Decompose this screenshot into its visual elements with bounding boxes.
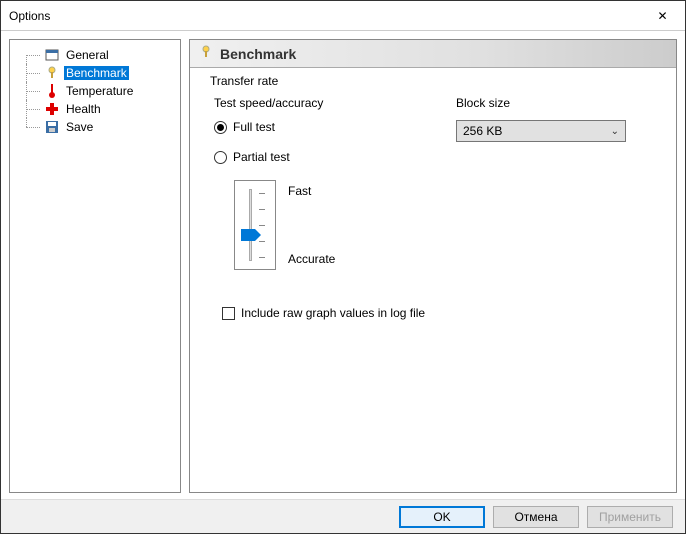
slider-labels: Fast Accurate bbox=[288, 180, 335, 270]
slider-tick bbox=[259, 257, 265, 258]
partial-test-radio[interactable]: Partial test bbox=[214, 150, 416, 164]
slider-fast-label: Fast bbox=[288, 184, 335, 198]
save-icon bbox=[44, 119, 60, 135]
tree-label: Save bbox=[64, 120, 95, 134]
radio-label: Full test bbox=[233, 120, 275, 134]
tree-item-benchmark[interactable]: Benchmark bbox=[10, 64, 180, 82]
block-size-select[interactable]: 256 KB ⌄ bbox=[456, 120, 626, 142]
group-legend: Transfer rate bbox=[208, 74, 658, 96]
tree-connector bbox=[20, 118, 44, 136]
slider-tick bbox=[259, 225, 265, 226]
apply-button[interactable]: Применить bbox=[587, 506, 673, 528]
section-title: Benchmark bbox=[220, 46, 296, 62]
button-label: OK bbox=[433, 510, 450, 524]
titlebar: Options ✕ bbox=[1, 1, 685, 31]
tree-label: General bbox=[64, 48, 111, 62]
tree-connector bbox=[20, 64, 44, 82]
close-button[interactable]: ✕ bbox=[640, 1, 685, 31]
benchmark-icon bbox=[44, 65, 60, 81]
health-icon bbox=[44, 101, 60, 117]
slider-thumb-icon bbox=[241, 229, 261, 244]
full-test-radio[interactable]: Full test bbox=[214, 120, 416, 134]
tree-item-save[interactable]: Save bbox=[10, 118, 180, 136]
button-bar: OK Отмена Применить bbox=[1, 499, 685, 533]
tree-item-temperature[interactable]: Temperature bbox=[10, 82, 180, 100]
checkbox-label: Include raw graph values in log file bbox=[241, 306, 425, 320]
window-title: Options bbox=[9, 9, 50, 23]
ok-button[interactable]: OK bbox=[399, 506, 485, 528]
radio-label: Partial test bbox=[233, 150, 290, 164]
radio-icon bbox=[214, 121, 227, 134]
button-label: Отмена bbox=[514, 510, 557, 524]
accuracy-slider[interactable] bbox=[234, 180, 276, 270]
close-icon: ✕ bbox=[657, 9, 667, 23]
select-value: 256 KB bbox=[463, 124, 502, 138]
benchmark-icon bbox=[198, 44, 214, 63]
tree-connector bbox=[20, 82, 44, 100]
slider-tick bbox=[259, 193, 265, 194]
slider-tick bbox=[259, 209, 265, 210]
speed-col: Test speed/accuracy Full test Partial te… bbox=[214, 96, 416, 270]
tree-label: Temperature bbox=[64, 84, 135, 98]
tree-connector bbox=[20, 100, 44, 118]
block-size-label: Block size bbox=[456, 96, 658, 110]
transfer-rate-group: Transfer rate Test speed/accuracy Full t… bbox=[198, 68, 668, 334]
options-window: Options ✕ General Benchmark bbox=[0, 0, 686, 534]
category-tree: General Benchmark Temperature bbox=[9, 39, 181, 493]
tree-item-health[interactable]: Health bbox=[10, 100, 180, 118]
slider-rail bbox=[249, 189, 252, 261]
button-label: Применить bbox=[599, 510, 661, 524]
general-icon bbox=[44, 47, 60, 63]
content-panel: Benchmark Transfer rate Test speed/accur… bbox=[189, 39, 677, 493]
tree-connector bbox=[20, 46, 44, 64]
cancel-button[interactable]: Отмена bbox=[493, 506, 579, 528]
tree-label: Benchmark bbox=[64, 66, 129, 80]
two-col: Test speed/accuracy Full test Partial te… bbox=[208, 96, 658, 270]
checkbox-icon bbox=[222, 307, 235, 320]
chevron-down-icon: ⌄ bbox=[611, 126, 619, 137]
section-header: Benchmark bbox=[190, 40, 676, 68]
speed-accuracy-label: Test speed/accuracy bbox=[214, 96, 416, 110]
thermometer-icon bbox=[44, 83, 60, 99]
accuracy-slider-block: Fast Accurate bbox=[214, 180, 416, 270]
blocksize-col: Block size 256 KB ⌄ bbox=[456, 96, 658, 270]
include-raw-checkbox[interactable]: Include raw graph values in log file bbox=[208, 306, 658, 320]
slider-accurate-label: Accurate bbox=[288, 252, 335, 266]
tree-label: Health bbox=[64, 102, 103, 116]
radio-icon bbox=[214, 151, 227, 164]
dialog-body: General Benchmark Temperature bbox=[1, 31, 685, 501]
tree-item-general[interactable]: General bbox=[10, 46, 180, 64]
